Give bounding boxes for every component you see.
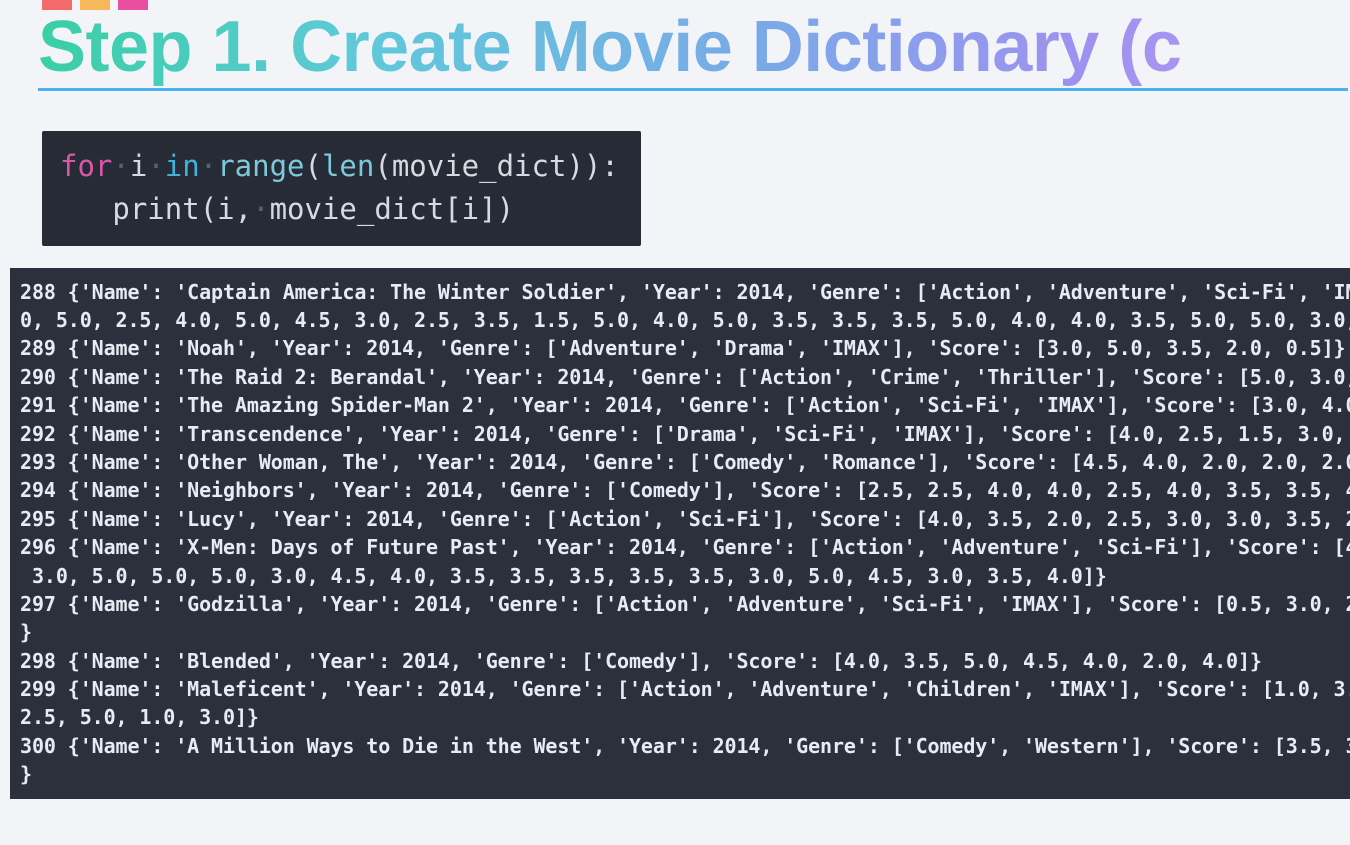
code-line-2: print(i,·movie_dict[i]) bbox=[60, 188, 619, 232]
code-line-1: for·i·in·range(len(movie_dict)): bbox=[60, 145, 619, 189]
console-line: 291 {'Name': 'The Amazing Spider-Man 2',… bbox=[20, 391, 1350, 419]
console-line: 297 {'Name': 'Godzilla', 'Year': 2014, '… bbox=[20, 590, 1350, 618]
console-line: 300 {'Name': 'A Million Ways to Die in t… bbox=[20, 732, 1350, 760]
console-line: 299 {'Name': 'Maleficent', 'Year': 2014,… bbox=[20, 675, 1350, 703]
console-line: 298 {'Name': 'Blended', 'Year': 2014, 'G… bbox=[20, 647, 1350, 675]
page-title: Step 1. Create Movie Dictionary (c bbox=[38, 10, 1350, 86]
console-line: 292 {'Name': 'Transcendence', 'Year': 20… bbox=[20, 420, 1350, 448]
console-line: 2.5, 5.0, 1.0, 3.0]} bbox=[20, 703, 1350, 731]
title-underline bbox=[38, 88, 1348, 91]
console-line: 0, 5.0, 2.5, 4.0, 5.0, 4.5, 3.0, 2.5, 3.… bbox=[20, 306, 1350, 334]
console-line: 289 {'Name': 'Noah', 'Year': 2014, 'Genr… bbox=[20, 334, 1350, 362]
console-line: 295 {'Name': 'Lucy', 'Year': 2014, 'Genr… bbox=[20, 505, 1350, 533]
console-line: } bbox=[20, 618, 1350, 646]
console-line: } bbox=[20, 760, 1350, 788]
console-line: 293 {'Name': 'Other Woman, The', 'Year':… bbox=[20, 448, 1350, 476]
console-line: 296 {'Name': 'X-Men: Days of Future Past… bbox=[20, 533, 1350, 561]
code-block: for·i·in·range(len(movie_dict)): print(i… bbox=[42, 131, 641, 246]
console-output: 288 {'Name': 'Captain America: The Winte… bbox=[10, 268, 1350, 799]
slide: Step 1. Create Movie Dictionary (c for·i… bbox=[0, 0, 1350, 799]
console-line: 294 {'Name': 'Neighbors', 'Year': 2014, … bbox=[20, 476, 1350, 504]
console-line: 290 {'Name': 'The Raid 2: Berandal', 'Ye… bbox=[20, 363, 1350, 391]
console-line: 3.0, 5.0, 5.0, 5.0, 3.0, 4.5, 4.0, 3.5, … bbox=[20, 562, 1350, 590]
console-line: 288 {'Name': 'Captain America: The Winte… bbox=[20, 278, 1350, 306]
